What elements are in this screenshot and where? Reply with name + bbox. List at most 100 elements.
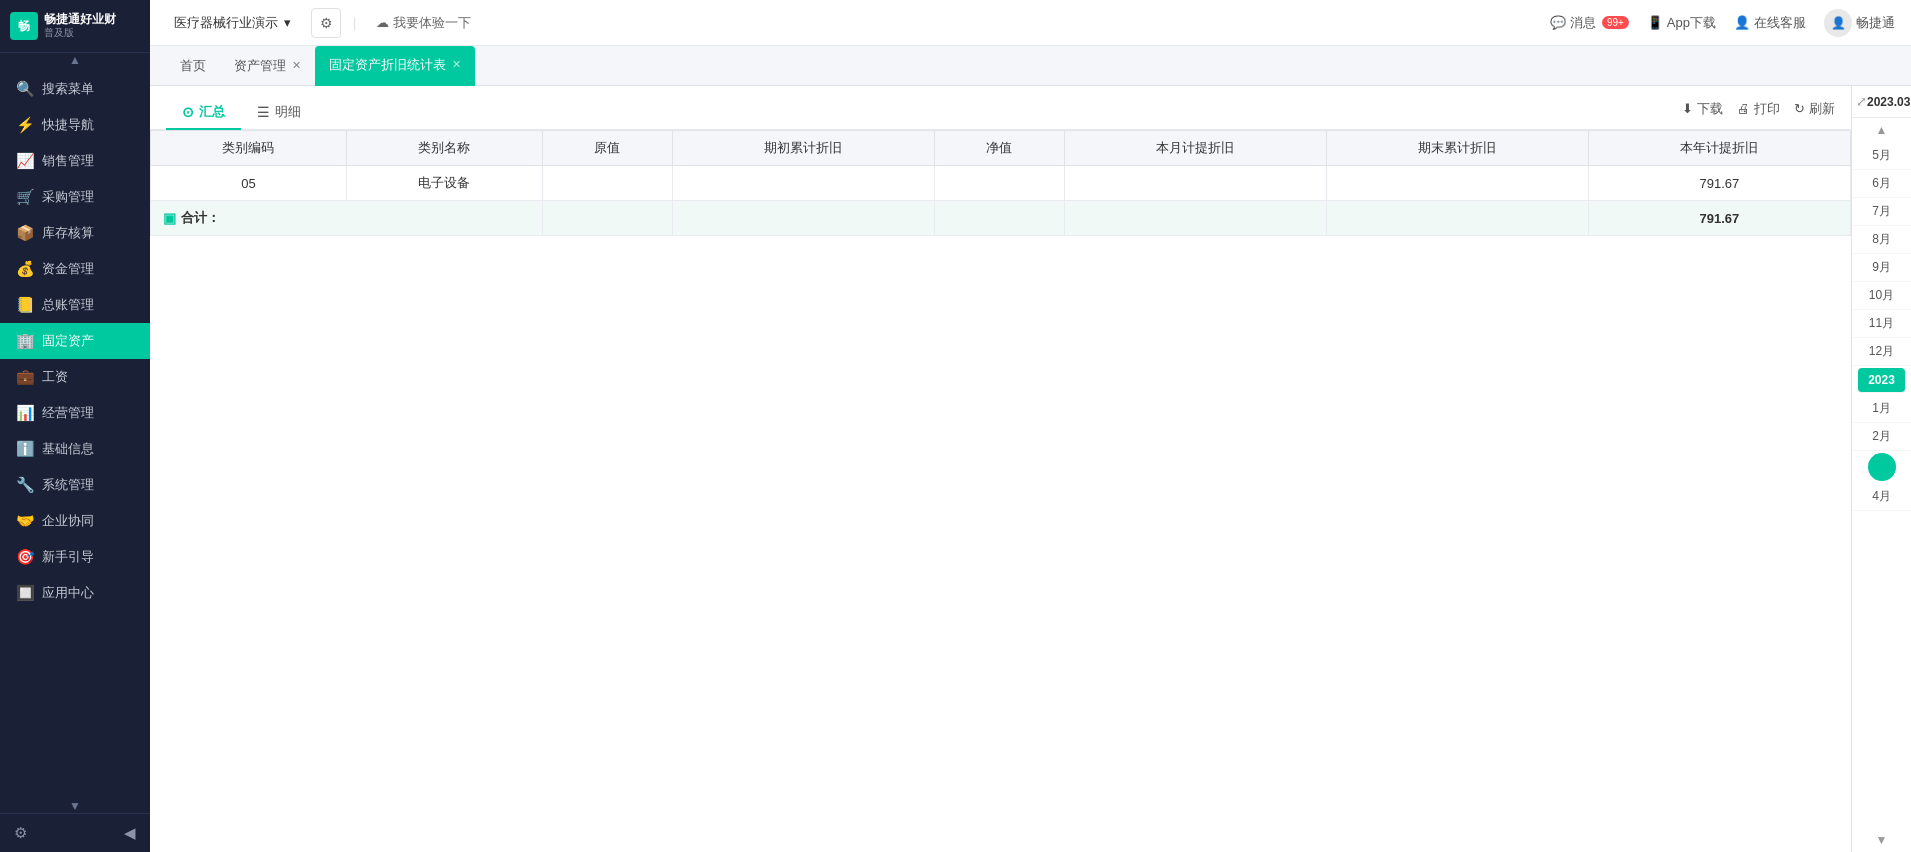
customer-service-button[interactable]: 👤 在线客服: [1734, 14, 1806, 32]
total-month-dep: [1064, 201, 1326, 236]
print-icon: 🖨: [1737, 101, 1750, 116]
message-button[interactable]: 💬 消息 99+: [1550, 14, 1629, 32]
sidebar-item-ledger[interactable]: 📒 总账管理: [0, 287, 150, 323]
subtab-left: ⊙ 汇总 ☰ 明细: [166, 96, 317, 129]
inventory-icon: 📦: [16, 224, 34, 242]
sidebar-item-label: 库存核算: [42, 224, 94, 242]
sidebar-item-label: 工资: [42, 368, 68, 386]
app-label: App下载: [1667, 14, 1716, 32]
dropdown-icon: ▾: [284, 15, 291, 30]
sidebar-item-capital[interactable]: 💰 资金管理: [0, 251, 150, 287]
col-year-dep: 本年计提折旧: [1588, 131, 1850, 166]
sidebar-settings-icon[interactable]: ⚙: [14, 824, 27, 842]
sidebar-item-app-center[interactable]: 🔲 应用中心: [0, 575, 150, 611]
sidebar-item-label: 新手引导: [42, 548, 94, 566]
sidebar-scroll-up[interactable]: ▲: [0, 53, 150, 67]
row-net: [934, 166, 1064, 201]
tab-depreciation-report[interactable]: 固定资产折旧统计表 ✕: [315, 46, 475, 86]
subtab-detail[interactable]: ☰ 明细: [241, 96, 317, 130]
sidebar-item-search[interactable]: 🔍 搜索菜单: [0, 71, 150, 107]
table-row: 05 电子设备 791.67: [151, 166, 1851, 201]
total-year-dep: 791.67: [1588, 201, 1850, 236]
date-panel-title: 2023.03: [1867, 95, 1910, 109]
sidebar-item-salary[interactable]: 💼 工资: [0, 359, 150, 395]
total-label: 合计：: [181, 209, 220, 227]
refresh-icon: ↻: [1794, 101, 1805, 116]
quick-nav-icon: ⚡: [16, 116, 34, 134]
date-month-7[interactable]: 7月: [1852, 198, 1911, 226]
date-month-2023-3[interactable]: 3月: [1868, 453, 1896, 481]
sidebar-item-basic-info[interactable]: ℹ️ 基础信息: [0, 431, 150, 467]
sidebar-item-system[interactable]: 🔧 系统管理: [0, 467, 150, 503]
experience-button[interactable]: ☁ 我要体验一下: [368, 10, 479, 36]
date-month-12[interactable]: 12月: [1852, 338, 1911, 366]
date-panel-expand-icon[interactable]: ⤢: [1856, 94, 1867, 109]
tab-asset-mgmt-close[interactable]: ✕: [292, 59, 301, 72]
sidebar-item-purchase[interactable]: 🛒 采购管理: [0, 179, 150, 215]
tab-home-label: 首页: [180, 57, 206, 75]
download-button[interactable]: ⬇ 下载: [1682, 100, 1723, 118]
topbar: 医疗器械行业演示 ▾ ⚙ | ☁ 我要体验一下 💬 消息 99+ 📱 App下载…: [150, 0, 1911, 46]
date-month-8[interactable]: 8月: [1852, 226, 1911, 254]
print-button[interactable]: 🖨 打印: [1737, 100, 1780, 118]
sidebar-scroll-down[interactable]: ▼: [0, 799, 150, 813]
date-nav-up[interactable]: ▲: [1852, 118, 1911, 142]
sidebar-item-quick-nav[interactable]: ⚡ 快捷导航: [0, 107, 150, 143]
date-month-2023-4[interactable]: 4月: [1852, 483, 1911, 511]
sidebar-item-label: 资金管理: [42, 260, 94, 278]
row-month-dep: [1064, 166, 1326, 201]
username-label: 畅捷通: [1856, 14, 1895, 32]
sidebar-item-inventory[interactable]: 📦 库存核算: [0, 215, 150, 251]
date-month-11[interactable]: 11月: [1852, 310, 1911, 338]
sidebar-item-operation[interactable]: 📊 经营管理: [0, 395, 150, 431]
row-code: 05: [151, 166, 347, 201]
guide-icon: 🎯: [16, 548, 34, 566]
app-download-button[interactable]: 📱 App下载: [1647, 14, 1716, 32]
tab-depreciation-report-close[interactable]: ✕: [452, 58, 461, 71]
refresh-label: 刷新: [1809, 100, 1835, 118]
date-month-5[interactable]: 5月: [1852, 142, 1911, 170]
sidebar-collapse-icon[interactable]: ◀: [124, 824, 136, 842]
tab-home[interactable]: 首页: [166, 46, 220, 86]
date-nav-down[interactable]: ▼: [1852, 828, 1911, 852]
topbar-settings-button[interactable]: ⚙: [311, 8, 341, 38]
table-wrap: 类别编码 类别名称 原值 期初累计折旧 净值 本月计提折旧 期末累计折旧 本年计…: [150, 130, 1851, 852]
ledger-icon: 📒: [16, 296, 34, 314]
date-year-2023[interactable]: 2023: [1858, 368, 1905, 393]
date-month-9[interactable]: 9月: [1852, 254, 1911, 282]
tab-asset-mgmt[interactable]: 资产管理 ✕: [220, 46, 315, 86]
app-version: 普及版: [44, 26, 116, 40]
subtab-summary[interactable]: ⊙ 汇总: [166, 96, 241, 130]
sidebar-item-enterprise[interactable]: 🤝 企业协同: [0, 503, 150, 539]
sidebar-header: 畅 畅捷通好业财 普及版: [0, 0, 150, 53]
col-period-end-dep: 期末累计折旧: [1326, 131, 1588, 166]
date-month-10[interactable]: 10月: [1852, 282, 1911, 310]
col-initial-dep: 期初累计折旧: [672, 131, 934, 166]
print-label: 打印: [1754, 100, 1780, 118]
date-month-2023-1[interactable]: 1月: [1852, 395, 1911, 423]
operation-icon: 📊: [16, 404, 34, 422]
user-menu[interactable]: 👤 畅捷通: [1824, 9, 1895, 37]
company-selector[interactable]: 医疗器械行业演示 ▾: [166, 10, 299, 36]
date-month-6[interactable]: 6月: [1852, 170, 1911, 198]
app-name: 畅捷通好业财: [44, 12, 116, 26]
sidebar-item-guide[interactable]: 🎯 新手引导: [0, 539, 150, 575]
sidebar-footer: ⚙ ◀: [0, 813, 150, 852]
refresh-button[interactable]: ↻ 刷新: [1794, 100, 1835, 118]
sidebar-item-fixed-assets[interactable]: 🏢 固定资产: [0, 323, 150, 359]
subtab-detail-label: 明细: [275, 103, 301, 121]
col-original: 原值: [542, 131, 672, 166]
table-header-row: 类别编码 类别名称 原值 期初累计折旧 净值 本月计提折旧 期末累计折旧 本年计…: [151, 131, 1851, 166]
download-icon: ⬇: [1682, 101, 1693, 116]
sidebar-item-label: 采购管理: [42, 188, 94, 206]
total-net: [934, 201, 1064, 236]
service-label: 在线客服: [1754, 14, 1806, 32]
basic-info-icon: ℹ️: [16, 440, 34, 458]
sidebar-item-sales[interactable]: 📈 销售管理: [0, 143, 150, 179]
depreciation-table: 类别编码 类别名称 原值 期初累计折旧 净值 本月计提折旧 期末累计折旧 本年计…: [150, 130, 1851, 236]
enterprise-icon: 🤝: [16, 512, 34, 530]
sidebar-nav: 🔍 搜索菜单 ⚡ 快捷导航 📈 销售管理 🛒 采购管理 📦 库存核算 💰 资金管…: [0, 67, 150, 799]
content-panel: ⊙ 汇总 ☰ 明细 ⬇ 下载 🖨 打印: [150, 86, 1851, 852]
date-month-2023-2[interactable]: 2月: [1852, 423, 1911, 451]
tab-asset-mgmt-label: 资产管理: [234, 57, 286, 75]
